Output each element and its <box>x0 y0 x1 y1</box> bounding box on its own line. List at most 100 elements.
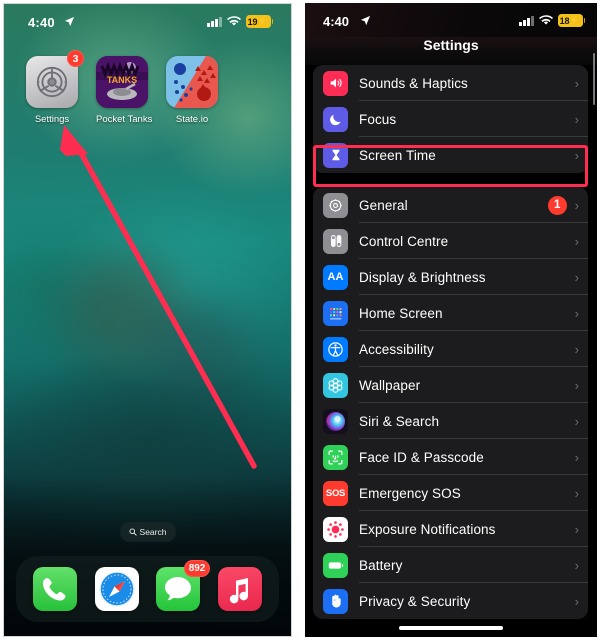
chevron-right-icon: › <box>574 75 579 91</box>
search-label: Search <box>139 527 167 537</box>
app-grid: 3 Settings TANKS Pocket Tanks State.io <box>4 50 291 125</box>
battery-indicator: 19 ⚡ <box>245 15 273 28</box>
right-status-bar: 4:40 18 ⚡ <box>305 3 597 37</box>
settings-row-label: General <box>359 197 408 213</box>
aa-label: AA <box>327 271 344 283</box>
app-label: Settings <box>34 114 70 125</box>
settings-row-control-centre[interactable]: Control Centre › <box>313 223 588 259</box>
settings-row-label: Siri & Search <box>359 413 440 429</box>
wallpaper-blob <box>144 304 254 394</box>
app-icon-settings[interactable]: 3 Settings <box>26 50 84 125</box>
status-indicators: 18 ⚡ <box>519 14 585 27</box>
dock-item-music[interactable] <box>218 567 263 611</box>
chevron-right-icon: › <box>574 413 579 429</box>
speaker-wave-icon <box>323 70 348 96</box>
settings-row-emergency-sos[interactable]: SOS Emergency SOS › <box>313 475 588 511</box>
dock-item-messages[interactable]: 892 <box>156 560 211 611</box>
settings-row-display-brightness[interactable]: AA Display & Brightness › <box>313 259 588 295</box>
settings-row-label: Display & Brightness <box>359 269 486 285</box>
search-pill[interactable]: Search <box>119 522 176 542</box>
charging-bolt-icon: ⚡ <box>569 15 581 25</box>
settings-row-label: Emergency SOS <box>359 485 461 501</box>
settings-group: General 1 › Control Centre › AA Display … <box>313 187 588 619</box>
moon-icon <box>323 106 348 132</box>
state-io-icon <box>166 56 218 108</box>
settings-list[interactable]: Sounds & Haptics › Focus › Screen Time ›… <box>313 65 588 637</box>
settings-row-privacy-security[interactable]: Privacy & Security › <box>313 583 588 619</box>
settings-group: Sounds & Haptics › Focus › Screen Time › <box>313 65 588 173</box>
settings-row-face-id-passcode[interactable]: Face ID & Passcode › <box>313 439 588 475</box>
search-icon <box>129 528 137 536</box>
settings-row-label: Home Screen <box>359 305 443 321</box>
exposure-notifications-icon <box>323 516 348 542</box>
app-icon-state-io[interactable]: State.io <box>166 56 218 125</box>
pocket-tanks-icon: TANKS <box>96 56 148 108</box>
settings-row-siri-search[interactable]: Siri & Search › <box>313 403 588 439</box>
hourglass-icon <box>323 142 348 168</box>
dock-item-safari[interactable] <box>94 567 139 611</box>
phone-icon <box>32 567 77 611</box>
status-indicators: 19 ⚡ <box>207 15 273 28</box>
battery-icon <box>323 552 348 578</box>
location-arrow-icon <box>360 15 371 26</box>
home-screen-grid-icon <box>323 300 348 326</box>
settings-row-label: Exposure Notifications <box>359 521 496 537</box>
status-time: 4:40 <box>323 14 350 29</box>
settings-row-wallpaper[interactable]: Wallpaper › <box>313 367 588 403</box>
wifi-icon <box>538 15 553 25</box>
sos-label: SOS <box>325 487 346 499</box>
app-icon-pocket-tanks[interactable]: TANKS Pocket Tanks <box>96 56 153 125</box>
battery-level: 18 <box>559 15 570 26</box>
siri-orb-icon <box>323 408 348 434</box>
settings-row-label: Focus <box>359 111 397 127</box>
chevron-right-icon: › <box>574 521 579 537</box>
location-arrow-icon <box>64 16 75 27</box>
gear-icon <box>323 192 348 218</box>
display-brightness-icon: AA <box>323 264 348 290</box>
screenshot-stage: 4:40 19 ⚡ 3 Settings TANKS Pocket Tanks … <box>0 0 600 640</box>
cellular-signal-icon <box>207 17 222 27</box>
safari-compass-icon <box>94 567 139 611</box>
battery-cap <box>271 19 273 24</box>
badge-count: 3 <box>67 50 84 67</box>
settings-row-sounds-haptics[interactable]: Sounds & Haptics › <box>313 65 588 101</box>
chevron-right-icon: › <box>574 233 579 249</box>
dock-item-phone[interactable] <box>32 567 77 611</box>
settings-row-accessibility[interactable]: Accessibility › <box>313 331 588 367</box>
chevron-right-icon: › <box>574 377 579 393</box>
right-phone-settings-screen: 4:40 18 ⚡ Settings Sounds & Haptics › Fo… <box>305 3 597 637</box>
home-indicator <box>399 626 503 630</box>
settings-row-general[interactable]: General 1 › <box>313 187 588 223</box>
app-label: State.io <box>175 114 209 125</box>
control-centre-icon <box>323 228 348 254</box>
dock-area: Search 892 <box>4 522 291 622</box>
music-note-icon <box>218 567 263 611</box>
privacy-hand-icon <box>323 588 348 614</box>
app-label: Pocket Tanks <box>96 114 153 125</box>
chevron-right-icon: › <box>574 593 579 609</box>
chevron-right-icon: › <box>574 449 579 465</box>
battery-indicator: 18 ⚡ <box>557 14 585 27</box>
settings-row-label: Accessibility <box>359 341 434 357</box>
battery-cap <box>583 18 585 23</box>
settings-row-focus[interactable]: Focus › <box>313 101 588 137</box>
settings-row-battery[interactable]: Battery › <box>313 547 588 583</box>
badge-count: 892 <box>183 560 211 577</box>
app-row: 3 Settings TANKS Pocket Tanks State.io <box>4 50 291 125</box>
wifi-icon <box>226 16 241 26</box>
settings-row-exposure-notifications[interactable]: Exposure Notifications › <box>313 511 588 547</box>
chevron-right-icon: › <box>574 305 579 321</box>
sos-icon: SOS <box>323 480 348 506</box>
left-phone-home-screen: 4:40 19 ⚡ 3 Settings TANKS Pocket Tanks … <box>3 3 292 637</box>
dock: 892 <box>16 556 279 622</box>
settings-row-home-screen[interactable]: Home Screen › <box>313 295 588 331</box>
badge-count: 1 <box>547 195 567 215</box>
settings-row-label: Wallpaper <box>359 377 421 393</box>
settings-row-screen-time[interactable]: Screen Time › <box>313 137 588 173</box>
chevron-right-icon: › <box>574 111 579 127</box>
chevron-right-icon: › <box>574 557 579 573</box>
chevron-right-icon: › <box>574 485 579 501</box>
scrollbar-thumb[interactable] <box>592 53 595 105</box>
status-time: 4:40 <box>28 15 55 30</box>
settings-row-label: Face ID & Passcode <box>359 449 484 465</box>
